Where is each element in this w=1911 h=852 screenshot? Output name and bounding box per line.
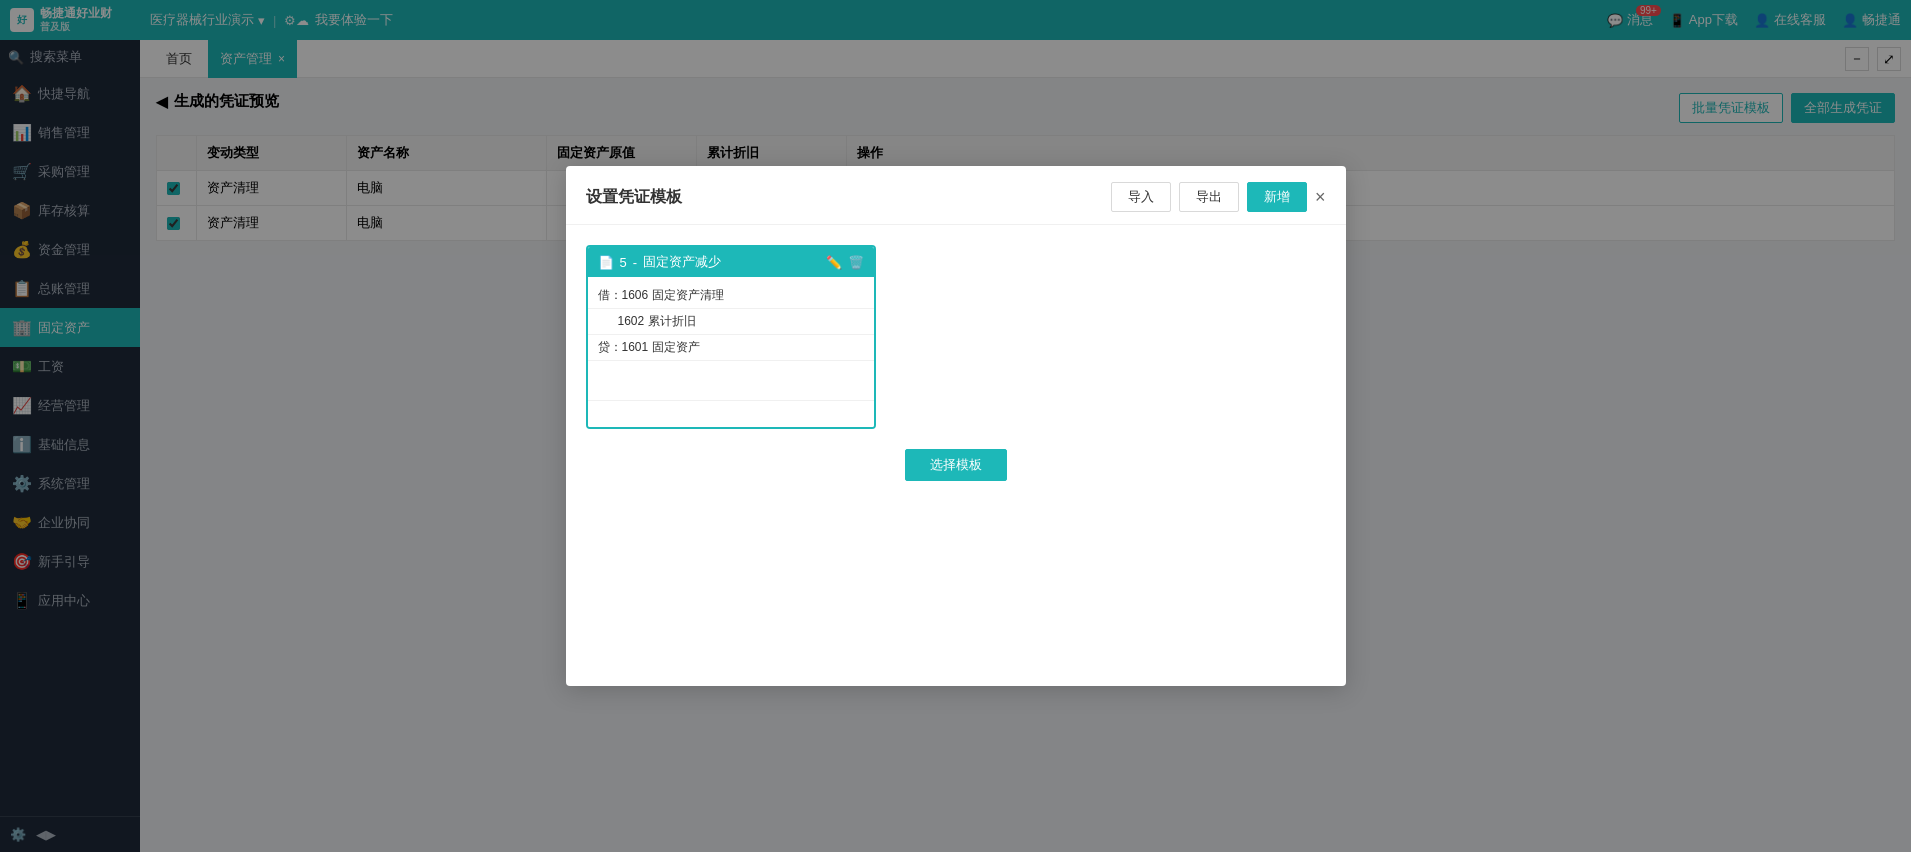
template-empty-row-2 [588, 401, 874, 421]
modal-close-btn[interactable]: × [1315, 187, 1326, 208]
template-id: 5 [620, 255, 627, 270]
template-delete-icon[interactable]: 🗑️ [848, 255, 864, 270]
import-btn[interactable]: 导入 [1111, 182, 1171, 212]
modal-body: 📄 5 - 固定资产减少 ✏️ 🗑️ 借：1606 固定资产清理 [566, 225, 1346, 686]
modal-title: 设置凭证模板 [586, 187, 682, 208]
new-template-btn[interactable]: 新增 [1247, 182, 1307, 212]
template-empty-row-1 [588, 361, 874, 401]
modal-header-actions: 导入 导出 新增 × [1111, 182, 1326, 212]
entry2-debit [778, 313, 838, 330]
template-header-left: 📄 5 - 固定资产减少 [598, 253, 722, 271]
template-entry-3: 贷：1601 固定资产 [588, 335, 874, 361]
entry3-debit [778, 339, 838, 356]
modal-header: 设置凭证模板 导入 导出 新增 × [566, 166, 1346, 225]
template-edit-icon[interactable]: ✏️ [826, 255, 842, 270]
export-btn[interactable]: 导出 [1179, 182, 1239, 212]
entry1-debit [778, 287, 838, 304]
entry1-account: 借：1606 固定资产清理 [598, 287, 778, 304]
template-doc-icon: 📄 [598, 255, 614, 270]
template-name: 固定资产减少 [643, 253, 721, 271]
select-template-container: 选择模板 [586, 449, 1326, 481]
select-template-btn[interactable]: 选择模板 [905, 449, 1007, 481]
entry2-account: 1602 累计折旧 [598, 313, 778, 330]
modal-overlay: 设置凭证模板 导入 导出 新增 × 📄 5 - 固定资产减少 [0, 0, 1911, 852]
entry3-credit [838, 339, 876, 356]
template-header-actions: ✏️ 🗑️ [826, 255, 864, 270]
template-entry-2: 1602 累计折旧 [588, 309, 874, 335]
template-card-header: 📄 5 - 固定资产减少 ✏️ 🗑️ [588, 247, 874, 277]
voucher-template-modal: 设置凭证模板 导入 导出 新增 × 📄 5 - 固定资产减少 [566, 166, 1346, 686]
entry2-credit [838, 313, 876, 330]
entry1-credit [838, 287, 876, 304]
template-entry-1: 借：1606 固定资产清理 [588, 283, 874, 309]
entry3-account: 贷：1601 固定资产 [598, 339, 778, 356]
template-separator: - [633, 255, 637, 270]
template-card-body: 借：1606 固定资产清理 1602 累计折旧 贷：1601 固定资产 [588, 277, 874, 427]
template-card: 📄 5 - 固定资产减少 ✏️ 🗑️ 借：1606 固定资产清理 [586, 245, 876, 429]
